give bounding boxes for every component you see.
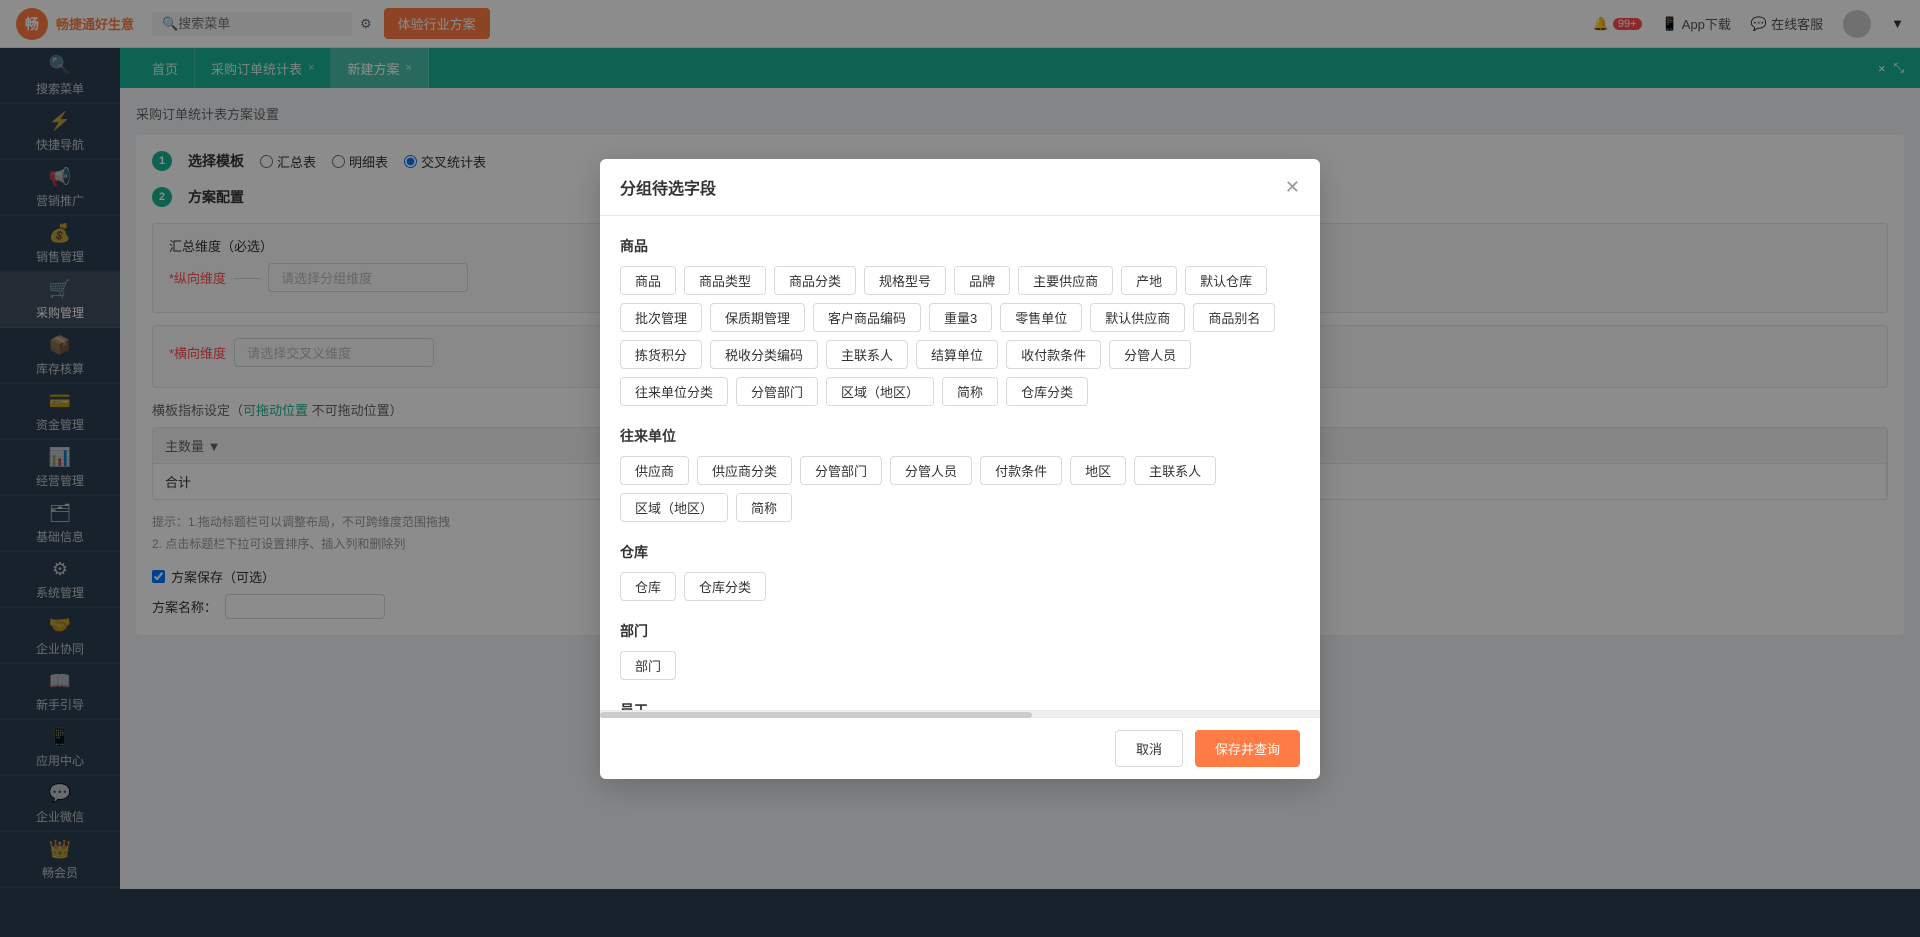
- tag-manage-dept[interactable]: 分管部门: [800, 456, 882, 485]
- tag-department[interactable]: 部门: [620, 651, 676, 680]
- section-warehouse-title: 仓库: [620, 542, 1300, 562]
- section-department-title: 部门: [620, 621, 1300, 641]
- tag-main-contact2[interactable]: 主联系人: [1134, 456, 1216, 485]
- section-product-title: 商品: [620, 236, 1300, 256]
- tag-product-category[interactable]: 商品分类: [774, 266, 856, 295]
- section-employee: 员工 业务员: [620, 700, 1300, 711]
- tag-short-name2[interactable]: 简称: [736, 493, 792, 522]
- tag-payment-condition[interactable]: 付款条件: [980, 456, 1062, 485]
- section-partner-tags: 供应商 供应商分类 分管部门 分管人员 付款条件 地区 主联系人 区域（地区） …: [620, 456, 1300, 522]
- tag-retail-unit[interactable]: 零售单位: [1000, 303, 1082, 332]
- tag-manager[interactable]: 分管人员: [1109, 340, 1191, 369]
- section-department-tags: 部门: [620, 651, 1300, 680]
- section-partner-title: 往来单位: [620, 426, 1300, 446]
- modal-scrollbar-horizontal[interactable]: [600, 710, 1320, 716]
- modal: 分组待选字段 ✕ 商品 商品 商品类型 商品分类 规格型号 品牌 主要供应商 产…: [600, 159, 1320, 779]
- tag-region2[interactable]: 区域（地区）: [620, 493, 728, 522]
- tag-brand[interactable]: 品牌: [954, 266, 1010, 295]
- tag-dept[interactable]: 分管部门: [736, 377, 818, 406]
- tag-pick-score[interactable]: 拣货积分: [620, 340, 702, 369]
- tag-main-contact[interactable]: 主联系人: [826, 340, 908, 369]
- tag-origin-unit-category[interactable]: 往来单位分类: [620, 377, 728, 406]
- tag-region-p[interactable]: 地区: [1070, 456, 1126, 485]
- tag-supplier[interactable]: 供应商: [620, 456, 689, 485]
- tag-warehouse-cat[interactable]: 仓库分类: [684, 572, 766, 601]
- tag-customer-code[interactable]: 客户商品编码: [813, 303, 921, 332]
- modal-save-btn[interactable]: 保存并查询: [1195, 730, 1300, 767]
- section-warehouse: 仓库 仓库 仓库分类: [620, 542, 1300, 601]
- modal-scrollbar-h-thumb: [600, 712, 1032, 718]
- tag-settlement-unit[interactable]: 结算单位: [916, 340, 998, 369]
- tag-main-supplier[interactable]: 主要供应商: [1018, 266, 1113, 295]
- modal-overlay: 分组待选字段 ✕ 商品 商品 商品类型 商品分类 规格型号 品牌 主要供应商 产…: [0, 0, 1920, 937]
- section-warehouse-tags: 仓库 仓库分类: [620, 572, 1300, 601]
- section-employee-title: 员工: [620, 700, 1300, 711]
- tag-tax-code[interactable]: 税收分类编码: [710, 340, 818, 369]
- tag-short-name[interactable]: 简称: [942, 377, 998, 406]
- modal-title: 分组待选字段: [620, 175, 716, 199]
- modal-body[interactable]: 商品 商品 商品类型 商品分类 规格型号 品牌 主要供应商 产地 默认仓库 批次…: [600, 216, 1320, 711]
- section-product-tags: 商品 商品类型 商品分类 规格型号 品牌 主要供应商 产地 默认仓库 批次管理 …: [620, 266, 1300, 406]
- modal-header: 分组待选字段 ✕: [600, 159, 1320, 216]
- section-partner: 往来单位 供应商 供应商分类 分管部门 分管人员 付款条件 地区 主联系人 区域…: [620, 426, 1300, 522]
- section-product: 商品 商品 商品类型 商品分类 规格型号 品牌 主要供应商 产地 默认仓库 批次…: [620, 236, 1300, 406]
- tag-product-type[interactable]: 商品类型: [684, 266, 766, 295]
- tag-default-supplier[interactable]: 默认供应商: [1090, 303, 1185, 332]
- modal-cancel-btn[interactable]: 取消: [1115, 730, 1183, 767]
- tag-shelf-life[interactable]: 保质期管理: [710, 303, 805, 332]
- tag-product-alias[interactable]: 商品别名: [1193, 303, 1275, 332]
- tag-warehouse[interactable]: 仓库: [620, 572, 676, 601]
- modal-close-btn[interactable]: ✕: [1285, 178, 1300, 196]
- tag-supplier-category[interactable]: 供应商分类: [697, 456, 792, 485]
- tag-batch-mgmt[interactable]: 批次管理: [620, 303, 702, 332]
- tag-spec-model[interactable]: 规格型号: [864, 266, 946, 295]
- tag-product[interactable]: 商品: [620, 266, 676, 295]
- tag-region[interactable]: 区域（地区）: [826, 377, 934, 406]
- tag-default-warehouse[interactable]: 默认仓库: [1185, 266, 1267, 295]
- tag-weight3[interactable]: 重量3: [929, 303, 992, 332]
- modal-footer: 取消 保存并查询: [600, 717, 1320, 779]
- tag-warehouse-category[interactable]: 仓库分类: [1006, 377, 1088, 406]
- section-department: 部门 部门: [620, 621, 1300, 680]
- tag-origin[interactable]: 产地: [1121, 266, 1177, 295]
- tag-manage-person[interactable]: 分管人员: [890, 456, 972, 485]
- tag-payment-terms[interactable]: 收付款条件: [1006, 340, 1101, 369]
